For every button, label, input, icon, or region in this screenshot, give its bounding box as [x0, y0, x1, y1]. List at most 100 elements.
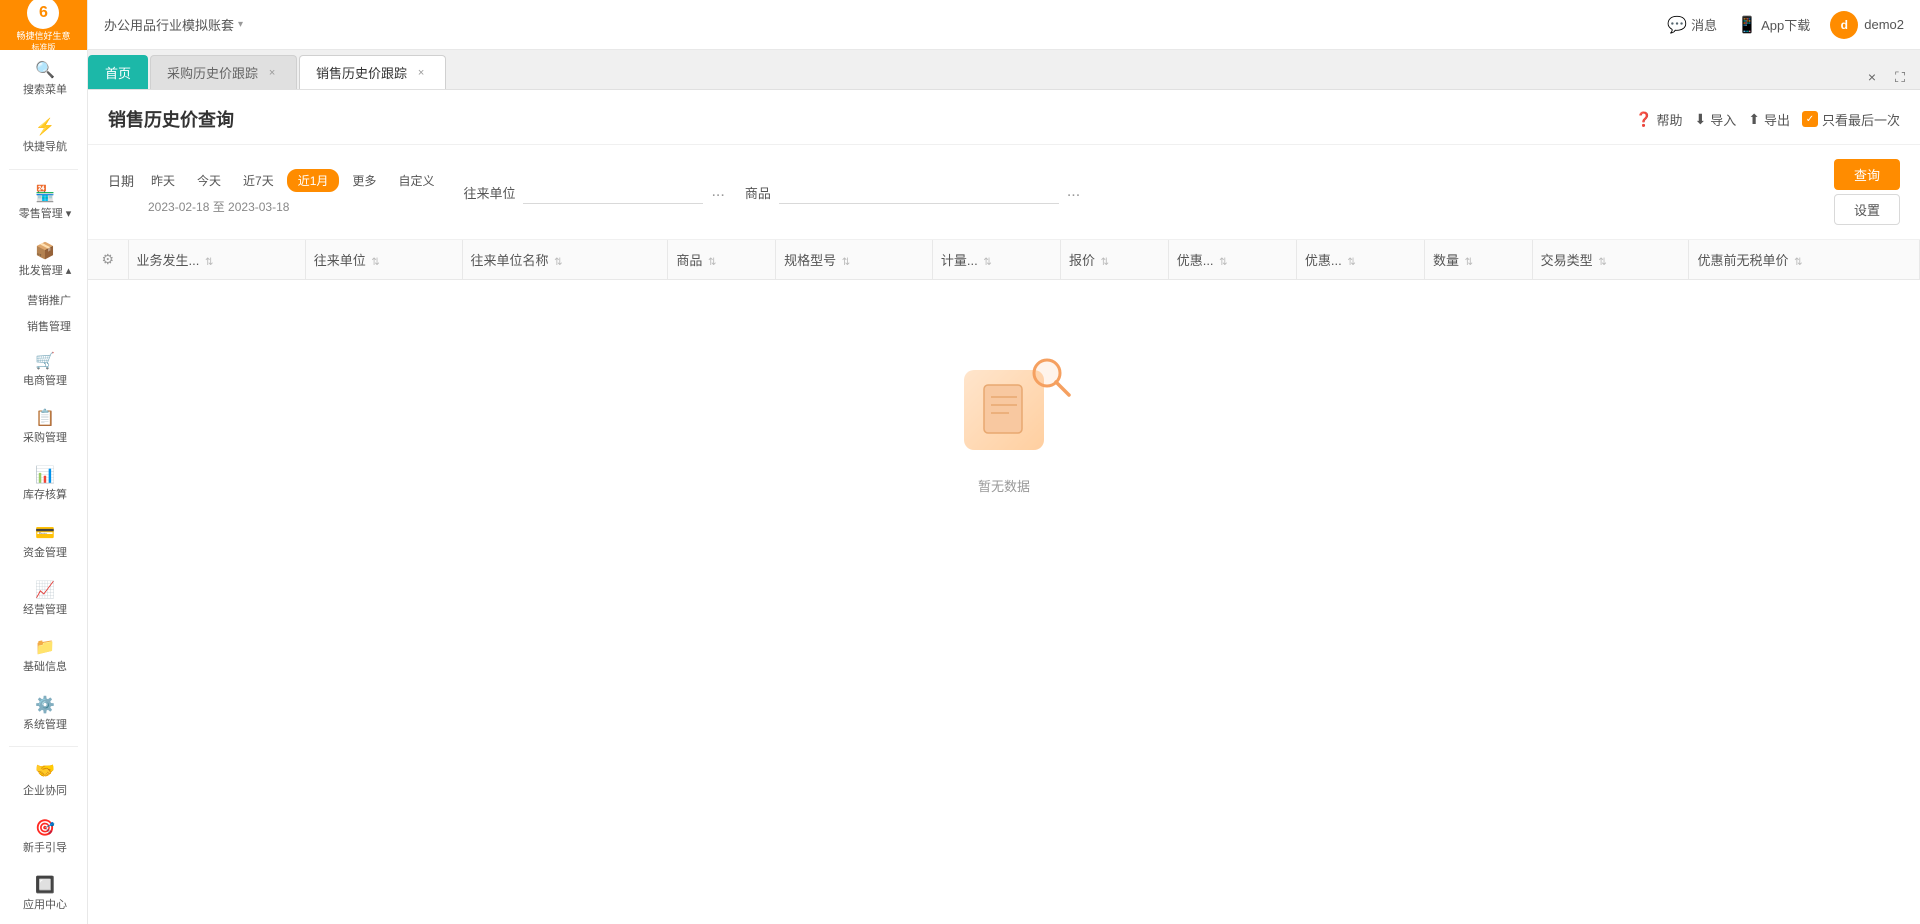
th-business-date-label: 业务发生...: [137, 253, 200, 268]
sort-trade-type-icon: ⇅: [1598, 257, 1606, 268]
tab-close-all-btn[interactable]: ×: [1860, 65, 1884, 89]
workspace-selector[interactable]: 办公用品行业模拟账套 ▾: [104, 15, 243, 34]
date-btn-more[interactable]: 更多: [343, 169, 385, 192]
th-trade-type[interactable]: 交易类型 ⇅: [1532, 240, 1689, 280]
sort-unit-icon: ⇅: [983, 257, 991, 268]
sidebar-item-retail-label: 零售管理 ▾: [19, 207, 72, 221]
th-partner-name[interactable]: 往来单位名称 ⇅: [462, 240, 668, 280]
tab-sales-history-close[interactable]: ×: [413, 65, 429, 81]
app-logo: 6 畅捷信好生意标准版: [0, 0, 88, 50]
tab-sales-history[interactable]: 销售历史价跟踪 ×: [299, 55, 446, 89]
date-btn-today[interactable]: 今天: [188, 169, 230, 192]
partner-input[interactable]: [523, 180, 703, 204]
th-pre-tax-price-label: 优惠前无税单价: [1697, 253, 1788, 268]
sidebar-item-quick-nav[interactable]: ⚡ 快捷导航: [0, 107, 87, 164]
app-center-icon: 🔲: [35, 875, 55, 895]
goods-filter-group: 商品 ...: [745, 180, 1080, 204]
sidebar-item-marketing[interactable]: 营销推广: [8, 288, 87, 314]
th-discount2[interactable]: 优惠... ⇅: [1296, 240, 1424, 280]
th-pre-tax-price[interactable]: 优惠前无税单价 ⇅: [1689, 240, 1920, 280]
th-spec[interactable]: 规格型号 ⇅: [776, 240, 933, 280]
sidebar-item-finance-mgmt[interactable]: 💳 资金管理: [0, 513, 87, 570]
message-label: 消息: [1691, 15, 1717, 34]
sidebar-item-enterprise-protocol-label: 企业协同: [23, 784, 67, 798]
th-business-date[interactable]: 业务发生... ⇅: [128, 240, 305, 280]
tab-purchase-history[interactable]: 采购历史价跟踪 ×: [150, 55, 297, 89]
empty-illustration: [944, 360, 1064, 460]
import-action[interactable]: ⬇ 导入: [1694, 110, 1736, 129]
tab-purchase-history-close[interactable]: ×: [264, 65, 280, 81]
app-download-label: App下载: [1761, 15, 1810, 34]
date-filter-group: 日期 昨天 今天 近7天 近1月 更多 自定义: [108, 169, 443, 192]
sidebar-item-search-menu[interactable]: 🔍 搜索菜单: [0, 50, 87, 107]
sidebar-item-sales-label: 销售管理: [27, 320, 71, 334]
wholesale-icon: 📦: [35, 241, 55, 261]
app-download-icon: 📱: [1737, 15, 1757, 35]
th-partner-code[interactable]: 往来单位 ⇅: [305, 240, 462, 280]
sidebar-item-newbie-guide[interactable]: 🎯 新手引导: [0, 808, 87, 865]
sidebar-item-inventory[interactable]: 📊 库存核算: [0, 455, 87, 512]
th-goods-label: 商品: [676, 253, 702, 268]
th-unit[interactable]: 计量... ⇅: [932, 240, 1060, 280]
header-workspace: 办公用品行业模拟账套 ▾: [104, 15, 243, 34]
sidebar-item-enterprise-protocol[interactable]: 🤝 企业协同: [0, 751, 87, 808]
tab-home-label: 首页: [105, 63, 131, 82]
sort-discount2-icon: ⇅: [1347, 257, 1355, 268]
user-action[interactable]: d demo2: [1830, 11, 1904, 39]
sidebar: 6 畅捷信好生意标准版 🔍 搜索菜单 ⚡ 快捷导航 🏪 零售管理 ▾ 📦 批发管…: [0, 0, 88, 924]
tab-sales-history-label: 销售历史价跟踪: [316, 63, 407, 82]
sidebar-item-ecommerce-mgmt[interactable]: 🛒 电商管理: [0, 341, 87, 398]
only-last-once-toggle[interactable]: ✓ 只看最后一次: [1802, 110, 1900, 129]
gear-icon[interactable]: ⚙: [101, 251, 114, 267]
sidebar-item-operations-mgmt[interactable]: 📈 经营管理: [0, 570, 87, 627]
main-area: 办公用品行业模拟账套 ▾ 💬 消息 📱 App下载 d demo2 首页 采购历…: [88, 0, 1920, 924]
basic-info-icon: 📁: [35, 637, 55, 657]
goods-input[interactable]: [779, 180, 1059, 204]
export-label: 导出: [1764, 110, 1790, 129]
empty-state: 暂无数据: [88, 280, 1920, 575]
settings-button[interactable]: 设置: [1834, 194, 1900, 225]
app-download-action[interactable]: 📱 App下载: [1737, 15, 1810, 35]
export-action[interactable]: ⬆ 导出: [1748, 110, 1790, 129]
th-discount1-label: 优惠...: [1177, 253, 1214, 268]
help-action[interactable]: ❓ 帮助: [1635, 110, 1682, 129]
system-icon: ⚙️: [35, 695, 55, 715]
th-goods[interactable]: 商品 ⇅: [668, 240, 776, 280]
date-btn-1month[interactable]: 近1月: [287, 169, 340, 192]
goods-dots-btn[interactable]: ...: [1067, 183, 1080, 201]
query-button[interactable]: 查询: [1834, 159, 1900, 190]
date-btn-7days[interactable]: 近7天: [234, 169, 283, 192]
tab-home[interactable]: 首页: [88, 55, 148, 89]
sort-spec-icon: ⇅: [842, 257, 850, 268]
th-quantity[interactable]: 数量 ⇅: [1424, 240, 1532, 280]
date-btn-yesterday[interactable]: 昨天: [142, 169, 184, 192]
th-quote-price[interactable]: 报价 ⇅: [1061, 240, 1169, 280]
th-quote-price-label: 报价: [1069, 253, 1095, 268]
partner-filter-label: 往来单位: [463, 183, 515, 202]
sidebar-item-wholesale-mgmt[interactable]: 📦 批发管理 ▴: [0, 231, 87, 288]
sort-goods-icon: ⇅: [708, 257, 716, 268]
table-head: ⚙ 业务发生... ⇅ 往来单位 ⇅ 往来单位名称 ⇅: [88, 240, 1920, 280]
filter-action-buttons: 查询 设置: [1834, 159, 1900, 225]
empty-magnifier-icon: [1029, 355, 1074, 403]
date-btn-custom[interactable]: 自定义: [389, 169, 443, 192]
sort-discount1-icon: ⇅: [1219, 257, 1227, 268]
sidebar-item-system-mgmt[interactable]: ⚙️ 系统管理: [0, 685, 87, 742]
sidebar-item-retail-mgmt[interactable]: 🏪 零售管理 ▾: [0, 174, 87, 231]
partner-filter-group: 往来单位 ...: [463, 180, 724, 204]
th-discount1[interactable]: 优惠... ⇅: [1168, 240, 1296, 280]
sidebar-item-purchase-mgmt[interactable]: 📋 采购管理: [0, 398, 87, 455]
sidebar-item-operations-label: 经营管理: [23, 603, 67, 617]
sidebar-item-app-center[interactable]: 🔲 应用中心: [0, 865, 87, 922]
partner-dots-btn[interactable]: ...: [711, 183, 724, 201]
sidebar-item-sales-mgmt[interactable]: 销售管理: [8, 314, 87, 340]
help-label: 帮助: [1656, 110, 1682, 129]
checkbox-icon: ✓: [1802, 111, 1818, 127]
tab-fullscreen-btn[interactable]: ⛶: [1888, 65, 1912, 89]
sidebar-item-basic-info[interactable]: 📁 基础信息: [0, 627, 87, 684]
sort-quantity-icon: ⇅: [1465, 257, 1473, 268]
workspace-dropdown-icon: ▾: [238, 19, 243, 30]
scroll-svg: [979, 383, 1029, 438]
message-action[interactable]: 💬 消息: [1667, 15, 1717, 35]
date-filter-label: 日期: [108, 171, 134, 190]
